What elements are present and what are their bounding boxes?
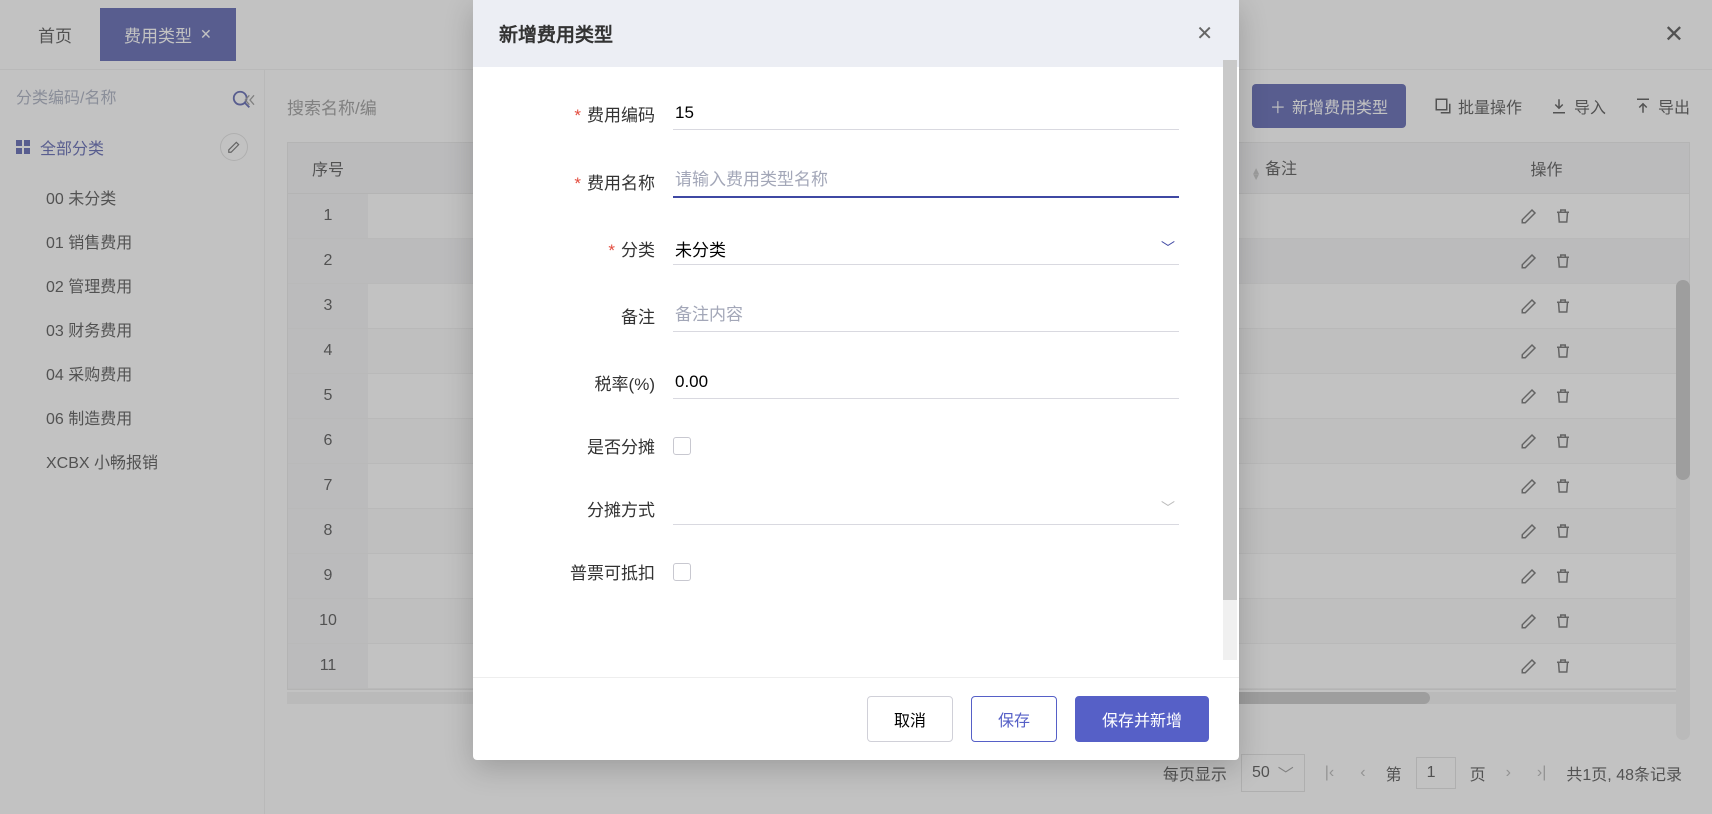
modal-scrollbar[interactable] — [1223, 60, 1237, 660]
save-button[interactable]: 保存 — [971, 696, 1057, 742]
alloc-method-label: 分摊方式 — [587, 501, 655, 520]
modal-footer: 取消 保存 保存并新增 — [473, 677, 1239, 760]
cancel-button[interactable]: 取消 — [867, 696, 953, 742]
name-input[interactable] — [673, 164, 1179, 198]
modal-close-button[interactable]: ✕ — [1196, 21, 1213, 46]
modal-body: *费用编码 *费用名称 *分类 ﹀ 备注 税率(%) — [473, 67, 1239, 677]
chevron-down-icon: ﹀ — [1161, 238, 1175, 258]
remark-label: 备注 — [621, 308, 655, 327]
rate-input[interactable] — [673, 366, 1179, 399]
remark-input[interactable] — [673, 299, 1179, 332]
app-root: 首页 费用类型 ✕ ✕ 全部分类 — [0, 0, 1712, 814]
add-expense-type-modal: 新增费用类型 ✕ *费用编码 *费用名称 *分类 ﹀ 备注 — [473, 0, 1239, 760]
code-label: 费用编码 — [587, 106, 655, 125]
chevron-down-icon: ﹀ — [1161, 498, 1175, 518]
category-label: 分类 — [621, 241, 655, 260]
alloc-flag-checkbox[interactable] — [673, 437, 691, 455]
scrollbar-thumb[interactable] — [1223, 60, 1237, 600]
alloc-method-select[interactable] — [673, 492, 1179, 525]
category-select[interactable] — [673, 232, 1179, 265]
deduct-label: 普票可抵扣 — [570, 564, 655, 583]
code-input[interactable] — [673, 97, 1179, 130]
modal-title: 新增费用类型 — [499, 20, 613, 47]
save-and-new-button[interactable]: 保存并新增 — [1075, 696, 1209, 742]
modal-header: 新增费用类型 ✕ — [473, 0, 1239, 67]
alloc-flag-label: 是否分摊 — [587, 438, 655, 457]
name-label: 费用名称 — [587, 174, 655, 193]
deduct-checkbox[interactable] — [673, 563, 691, 581]
rate-label: 税率(%) — [595, 375, 655, 394]
